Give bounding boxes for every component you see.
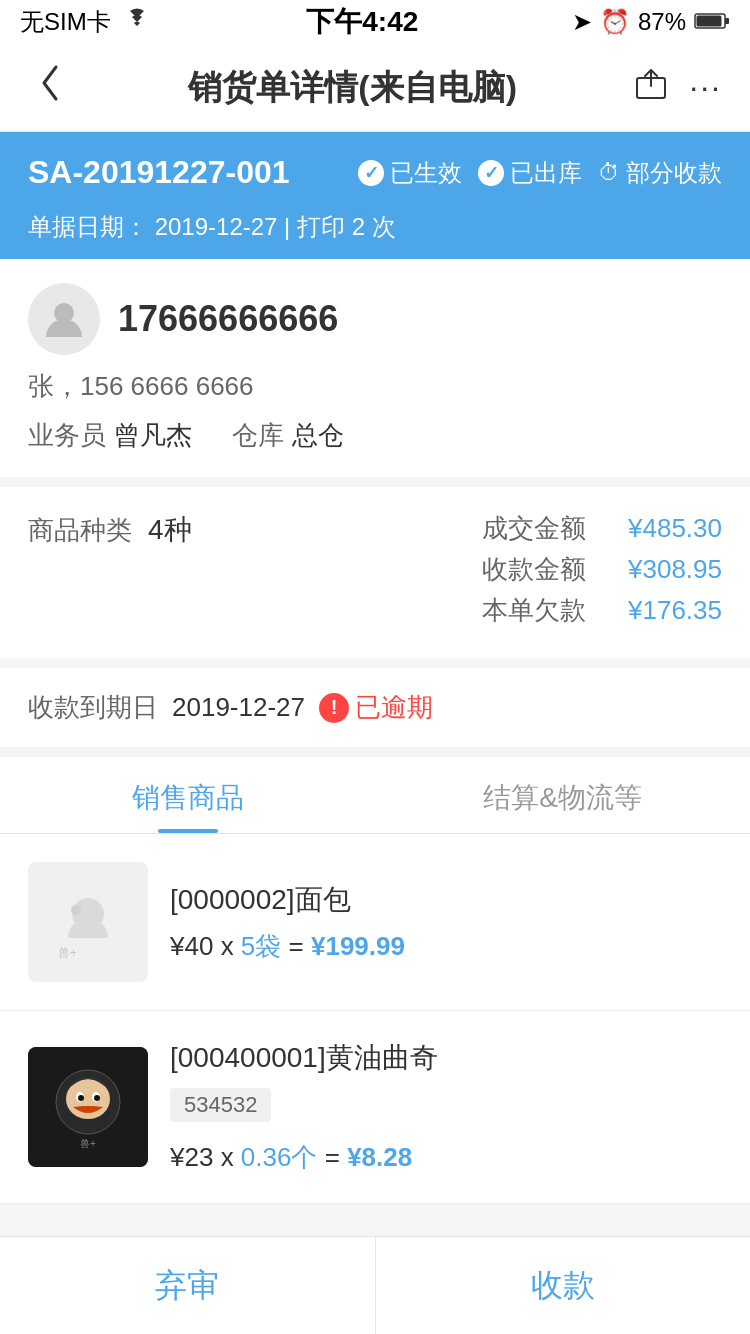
nav-bar: 销货单详情(来自电脑) ···: [0, 44, 750, 132]
date-label: 单据日期：: [28, 213, 148, 240]
customer-detail: 张，156 6666 6666: [28, 369, 722, 404]
date-value: 2019-12-27: [155, 213, 278, 240]
product-price-2: ¥23 x 0.36个 = ¥8.28: [170, 1140, 722, 1175]
svg-text:兽+: 兽+: [80, 1138, 96, 1149]
print-info: | 打印 2 次: [284, 213, 396, 240]
equals-2: =: [325, 1142, 347, 1172]
page-title: 销货单详情(来自电脑): [188, 65, 517, 111]
amount-row-3: 本单欠款 ¥176.35: [482, 593, 722, 628]
overdue-text: 已逾期: [355, 690, 433, 725]
bottom-bar: 弃审 收款: [0, 1236, 750, 1334]
customer-meta: 业务员 曾凡杰 仓库 总仓: [28, 418, 722, 453]
share-icon[interactable]: [633, 66, 669, 109]
product-info-1: [0000002]面包 ¥40 x 5袋 = ¥199.99: [170, 881, 722, 964]
partial-label: 部分收款: [626, 157, 722, 189]
overdue-badge: ! 已逾期: [319, 690, 433, 725]
date-info: 单据日期： 2019-12-27 | 打印 2 次: [28, 211, 722, 243]
back-button[interactable]: [28, 53, 72, 122]
tabs-row: 销售商品 结算&物流等: [0, 757, 750, 833]
product-name-1: [0000002]面包: [170, 881, 722, 919]
product-info-2: [000400001]黄油曲奇 534532 ¥23 x 0.36个 = ¥8.…: [170, 1039, 722, 1175]
amount-label: 成交金额: [482, 511, 586, 546]
order-id: SA-20191227-001: [28, 154, 290, 191]
due-section: 收款到期日 2019-12-27 ! 已逾期: [0, 668, 750, 747]
status-tag-partial: ⏱ 部分收款: [598, 157, 722, 189]
shipped-label: 已出库: [510, 157, 582, 189]
price-x-1: x: [221, 931, 241, 961]
warehouse-name: 总仓: [292, 418, 344, 453]
status-tag-effective: ✓ 已生效: [358, 157, 462, 189]
summary-section: 商品种类 4种 成交金额 ¥485.30 收款金额 ¥308.95 本单欠款 ¥…: [0, 487, 750, 658]
battery-level: 87%: [638, 8, 686, 36]
clock-icon: ⏱: [598, 160, 620, 186]
qty-2: 0.36个: [241, 1142, 318, 1172]
product-image-2: 兽+: [28, 1047, 148, 1167]
reject-button[interactable]: 弃审: [0, 1237, 376, 1334]
amount-value: ¥485.30: [602, 513, 722, 544]
qty-1: 5袋: [241, 931, 281, 961]
check-icon-1: ✓: [358, 160, 384, 186]
signal-icon: 无SIM卡: [20, 6, 111, 38]
sales-label: 业务员: [28, 418, 106, 453]
effective-label: 已生效: [390, 157, 462, 189]
wifi-icon: [121, 8, 153, 36]
tab-settlement[interactable]: 结算&物流等: [375, 757, 750, 833]
total-2: ¥8.28: [347, 1142, 412, 1172]
tab-sales-products[interactable]: 销售商品: [0, 757, 375, 833]
svg-text:兽+: 兽+: [58, 946, 77, 960]
summary-right: 成交金额 ¥485.30 收款金额 ¥308.95 本单欠款 ¥176.35: [482, 511, 722, 634]
customer-phone: 17666666666: [118, 298, 338, 340]
header-band: SA-20191227-001 ✓ 已生效 ✓ 已出库 ⏱ 部分收款 单据日期：…: [0, 132, 750, 259]
location-icon: ➤: [572, 8, 592, 36]
list-item: 兽+ [0000002]面包 ¥40 x 5袋 = ¥199.99: [0, 834, 750, 1011]
total-1: ¥199.99: [311, 931, 405, 961]
product-sku-2: 534532: [170, 1088, 271, 1122]
summary-row: 商品种类 4种 成交金额 ¥485.30 收款金额 ¥308.95 本单欠款 ¥…: [28, 511, 722, 634]
svg-rect-1: [725, 18, 729, 24]
more-icon[interactable]: ···: [689, 69, 722, 106]
amount-row-1: 成交金额 ¥485.30: [482, 511, 722, 546]
status-tag-shipped: ✓ 已出库: [478, 157, 582, 189]
product-price-1: ¥40 x 5袋 = ¥199.99: [170, 929, 722, 964]
warehouse-label: 仓库: [232, 418, 284, 453]
status-bar: 无SIM卡 下午4:42 ➤ ⏰ 87%: [0, 0, 750, 44]
status-tags: ✓ 已生效 ✓ 已出库 ⏱ 部分收款: [358, 157, 722, 189]
product-image-1: 兽+: [28, 862, 148, 982]
product-name-2: [000400001]黄油曲奇: [170, 1039, 722, 1077]
svg-rect-2: [696, 16, 721, 27]
collect-button[interactable]: 收款: [376, 1237, 751, 1334]
check-icon-2: ✓: [478, 160, 504, 186]
received-label: 收款金额: [482, 552, 586, 587]
svg-point-14: [94, 1095, 100, 1101]
equals-1: =: [289, 931, 311, 961]
sales-name: 曾凡杰: [114, 418, 192, 453]
alarm-icon: ⏰: [600, 8, 630, 36]
customer-row: 17666666666: [28, 283, 722, 355]
received-value: ¥308.95: [602, 554, 722, 585]
price-x-2: x: [221, 1142, 241, 1172]
nav-actions: ···: [633, 66, 722, 109]
goods-type-label: 商品种类: [28, 513, 132, 548]
avatar: [28, 283, 100, 355]
status-right: ➤ ⏰ 87%: [572, 8, 730, 36]
price-base-1: ¥40: [170, 931, 213, 961]
tabs-section: 销售商品 结算&物流等: [0, 757, 750, 834]
overdue-icon: !: [319, 693, 349, 723]
due-label: 收款到期日: [28, 690, 158, 725]
svg-point-13: [78, 1095, 84, 1101]
list-item: 兽+ [000400001]黄油曲奇 534532 ¥23 x 0.36个 = …: [0, 1011, 750, 1204]
amount-row-2: 收款金额 ¥308.95: [482, 552, 722, 587]
customer-section: 17666666666 张，156 6666 6666 业务员 曾凡杰 仓库 总…: [0, 259, 750, 477]
status-left: 无SIM卡: [20, 6, 153, 38]
goods-type-value: 4种: [148, 511, 192, 549]
price-base-2: ¥23: [170, 1142, 213, 1172]
due-date: 2019-12-27: [172, 692, 305, 723]
debt-label: 本单欠款: [482, 593, 586, 628]
time-display: 下午4:42: [306, 3, 418, 41]
svg-point-6: [71, 905, 81, 915]
summary-left: 商品种类 4种: [28, 511, 192, 555]
debt-value: ¥176.35: [602, 595, 722, 626]
products-section: 兽+ [0000002]面包 ¥40 x 5袋 = ¥199.99: [0, 834, 750, 1204]
battery-icon: [694, 8, 730, 36]
